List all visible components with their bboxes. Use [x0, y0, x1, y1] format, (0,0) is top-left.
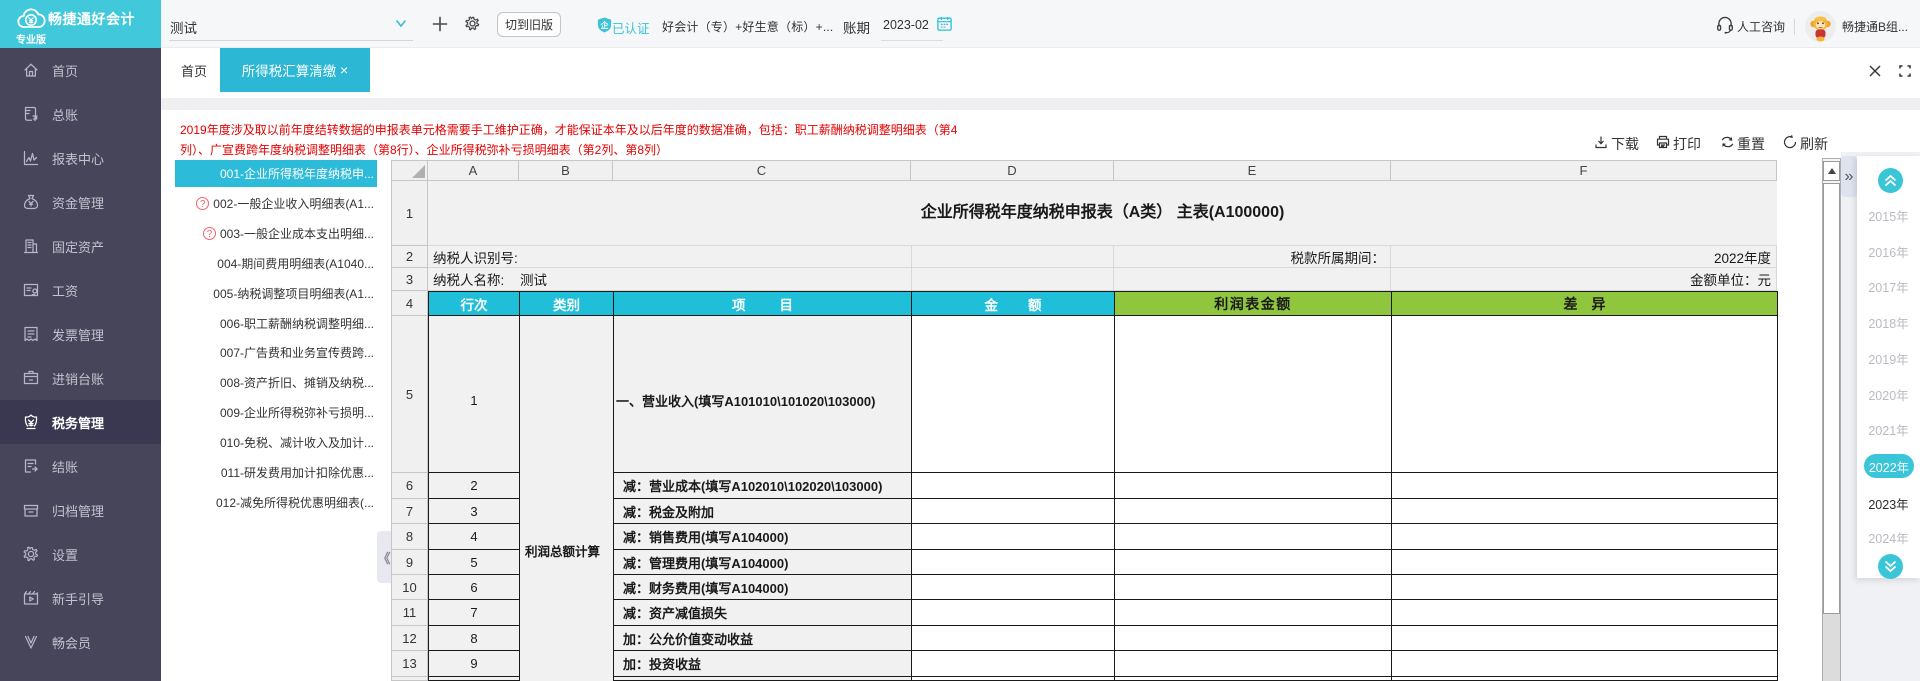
svg-text:企: 企 [600, 20, 610, 30]
